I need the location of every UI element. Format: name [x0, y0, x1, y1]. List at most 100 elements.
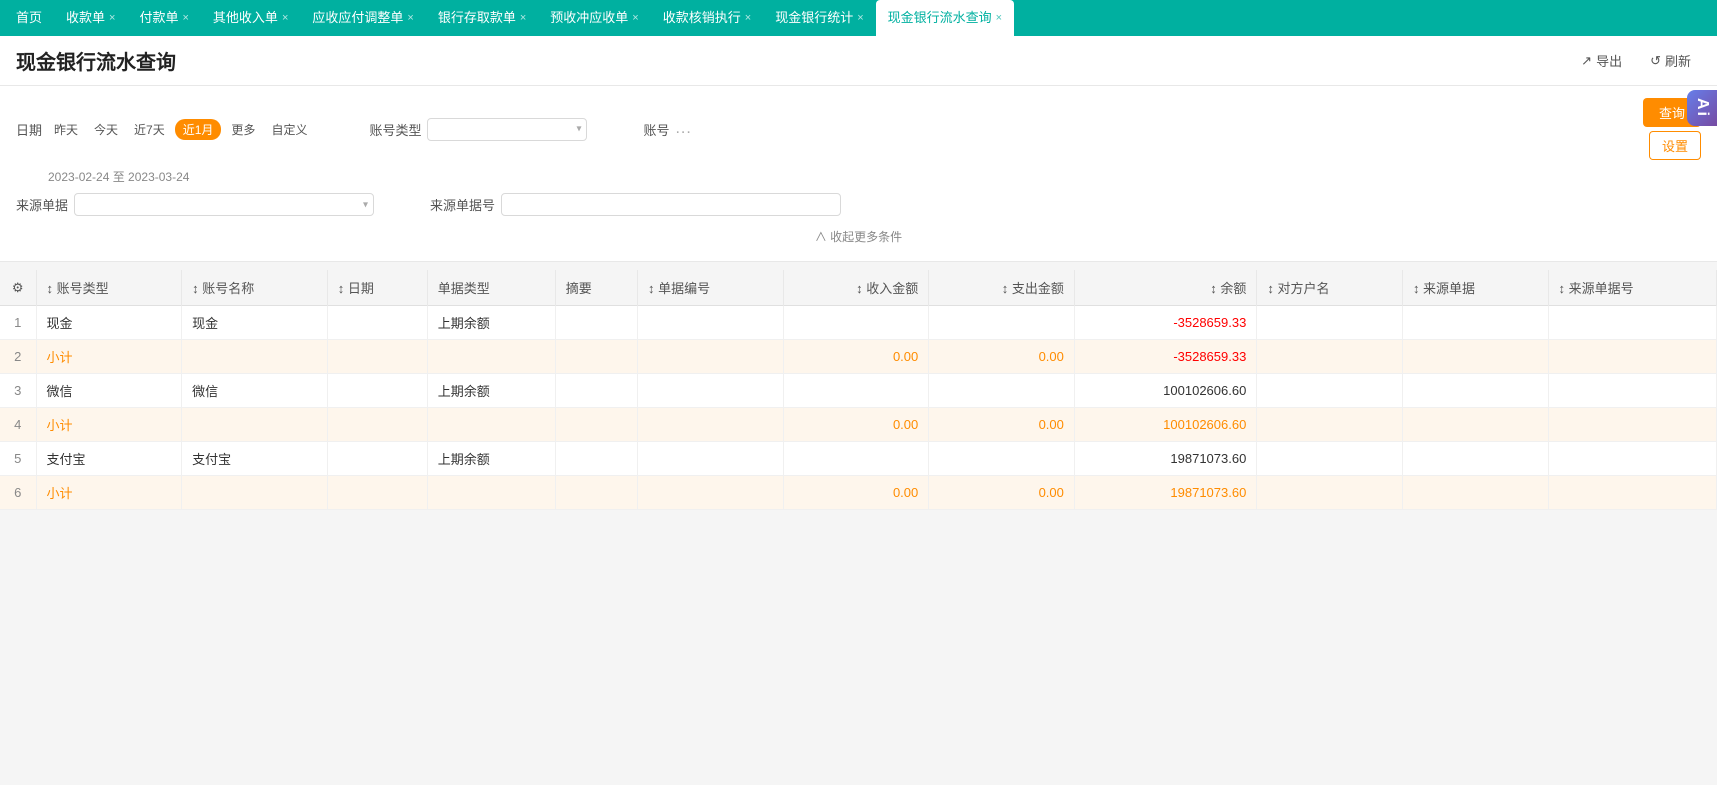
cell-date	[327, 374, 427, 408]
nav-item-cash-flow[interactable]: 现金银行流水查询 ×	[876, 0, 1014, 36]
date-range-display: 2023-02-24 至 2023-03-24	[16, 168, 1701, 185]
cell-account-type: 小计	[36, 476, 182, 510]
col-income[interactable]: ↕ 收入金额	[783, 270, 929, 306]
col-account-name[interactable]: ↕ 账号名称	[182, 270, 328, 306]
close-icon[interactable]: ×	[407, 0, 413, 36]
row-number: 5	[0, 442, 36, 476]
collapse-bar[interactable]: ∧ 收起更多条件	[16, 224, 1701, 253]
data-table-container: ⚙ ↕ 账号类型 ↕ 账号名称 ↕ 日期 单据类型 摘要 ↕ 单据编号 ↕ 收入…	[0, 270, 1717, 510]
close-icon[interactable]: ×	[109, 0, 115, 36]
header-actions: ↗ 导出 ↺ 刷新	[1571, 47, 1701, 74]
cell-account-name: 现金	[182, 306, 328, 340]
cell-doc-type: 上期余额	[427, 306, 555, 340]
table-row: 6小计0.000.0019871073.60	[0, 476, 1717, 510]
col-source-doc[interactable]: ↕ 来源单据	[1402, 270, 1548, 306]
nav-item-payments[interactable]: 付款单 ×	[127, 0, 200, 36]
date-btn-1month[interactable]: 近1月	[175, 119, 222, 140]
close-icon[interactable]: ×	[996, 0, 1002, 36]
cell-counterpart	[1257, 374, 1403, 408]
row-number: 2	[0, 340, 36, 374]
cell-doc-num	[638, 340, 784, 374]
source-doc-select[interactable]	[74, 193, 374, 216]
source-doc-filter: 来源单据 ▾	[16, 193, 374, 216]
account-type-select-wrapper: ▾	[427, 118, 587, 141]
cell-doc-type: 上期余额	[427, 442, 555, 476]
cell-doc-num	[638, 408, 784, 442]
cell-expense: 0.00	[929, 408, 1075, 442]
refresh-icon: ↺	[1650, 53, 1661, 69]
col-date[interactable]: ↕ 日期	[327, 270, 427, 306]
account-type-filter: 账号类型 ▾	[369, 118, 587, 141]
cell-expense	[929, 374, 1075, 408]
cell-balance: 100102606.60	[1074, 408, 1256, 442]
filter-area: 日期 昨天 今天 近7天 近1月 更多 自定义 账号类型 ▾ 账号 ...	[0, 86, 1717, 262]
date-btn-7days[interactable]: 近7天	[128, 119, 171, 140]
account-label: 账号	[643, 120, 669, 139]
col-gear[interactable]: ⚙	[0, 270, 36, 306]
nav-item-home[interactable]: 首页	[4, 0, 54, 36]
nav-item-receipt-exec[interactable]: 收款核销执行 ×	[651, 0, 763, 36]
cell-doc-num	[638, 476, 784, 510]
table-body: 1现金现金上期余额-3528659.332小计0.000.00-3528659.…	[0, 306, 1717, 510]
close-icon[interactable]: ×	[632, 0, 638, 36]
cell-source-doc	[1402, 340, 1548, 374]
cell-source-doc	[1402, 374, 1548, 408]
data-table: ⚙ ↕ 账号类型 ↕ 账号名称 ↕ 日期 单据类型 摘要 ↕ 单据编号 ↕ 收入…	[0, 270, 1717, 510]
cell-account-type: 现金	[36, 306, 182, 340]
cell-account-type: 小计	[36, 408, 182, 442]
cell-summary	[555, 374, 637, 408]
ai-badge[interactable]: Ai	[1687, 90, 1717, 126]
cell-account-name	[182, 340, 328, 374]
nav-item-advance-offset[interactable]: 预收冲应收单 ×	[538, 0, 650, 36]
cell-source-doc-num	[1548, 306, 1716, 340]
cell-source-doc	[1402, 408, 1548, 442]
settings-button[interactable]: 设置	[1649, 131, 1701, 160]
cell-balance: 100102606.60	[1074, 374, 1256, 408]
export-button[interactable]: ↗ 导出	[1571, 47, 1632, 74]
col-counterpart[interactable]: ↕ 对方户名	[1257, 270, 1403, 306]
date-btn-today[interactable]: 今天	[88, 119, 124, 140]
cell-counterpart	[1257, 306, 1403, 340]
col-expense[interactable]: ↕ 支出金额	[929, 270, 1075, 306]
source-doc-num-input[interactable]	[501, 193, 841, 216]
cell-balance: 19871073.60	[1074, 442, 1256, 476]
nav-item-bank-deposit[interactable]: 银行存取款单 ×	[426, 0, 538, 36]
nav-item-adjustment[interactable]: 应收应付调整单 ×	[300, 0, 425, 36]
close-icon[interactable]: ×	[745, 0, 751, 36]
col-balance[interactable]: ↕ 余额	[1074, 270, 1256, 306]
cell-account-name: 微信	[182, 374, 328, 408]
nav-item-cash-stats[interactable]: 现金银行统计 ×	[763, 0, 875, 36]
col-doc-num[interactable]: ↕ 单据编号	[638, 270, 784, 306]
close-icon[interactable]: ×	[282, 0, 288, 36]
chevron-up-icon: ∧	[815, 230, 830, 244]
cell-income	[783, 442, 929, 476]
date-btn-custom[interactable]: 自定义	[265, 119, 313, 140]
page-title: 现金银行流水查询	[16, 46, 176, 75]
account-dots[interactable]: ...	[675, 120, 691, 138]
date-btn-more[interactable]: 更多	[225, 119, 261, 140]
col-source-doc-num[interactable]: ↕ 来源单据号	[1548, 270, 1716, 306]
close-icon[interactable]: ×	[182, 0, 188, 36]
table-row: 1现金现金上期余额-3528659.33	[0, 306, 1717, 340]
col-account-type[interactable]: ↕ 账号类型	[36, 270, 182, 306]
table-row: 5支付宝支付宝上期余额19871073.60	[0, 442, 1717, 476]
cell-summary	[555, 476, 637, 510]
date-btn-yesterday[interactable]: 昨天	[48, 119, 84, 140]
export-icon: ↗	[1581, 53, 1592, 69]
refresh-button[interactable]: ↺ 刷新	[1640, 47, 1701, 74]
cell-expense: 0.00	[929, 340, 1075, 374]
nav-item-receipts[interactable]: 收款单 ×	[54, 0, 127, 36]
close-icon[interactable]: ×	[857, 0, 863, 36]
cell-doc-num	[638, 442, 784, 476]
account-type-select[interactable]	[427, 118, 587, 141]
cell-doc-type	[427, 476, 555, 510]
col-doc-type: 单据类型	[427, 270, 555, 306]
account-type-label: 账号类型	[369, 120, 421, 139]
account-filter: 账号 ...	[643, 120, 691, 139]
cell-source-doc-num	[1548, 408, 1716, 442]
cell-source-doc-num	[1548, 374, 1716, 408]
nav-item-other-income[interactable]: 其他收入单 ×	[201, 0, 300, 36]
cell-income: 0.00	[783, 408, 929, 442]
close-icon[interactable]: ×	[520, 0, 526, 36]
cell-source-doc	[1402, 476, 1548, 510]
